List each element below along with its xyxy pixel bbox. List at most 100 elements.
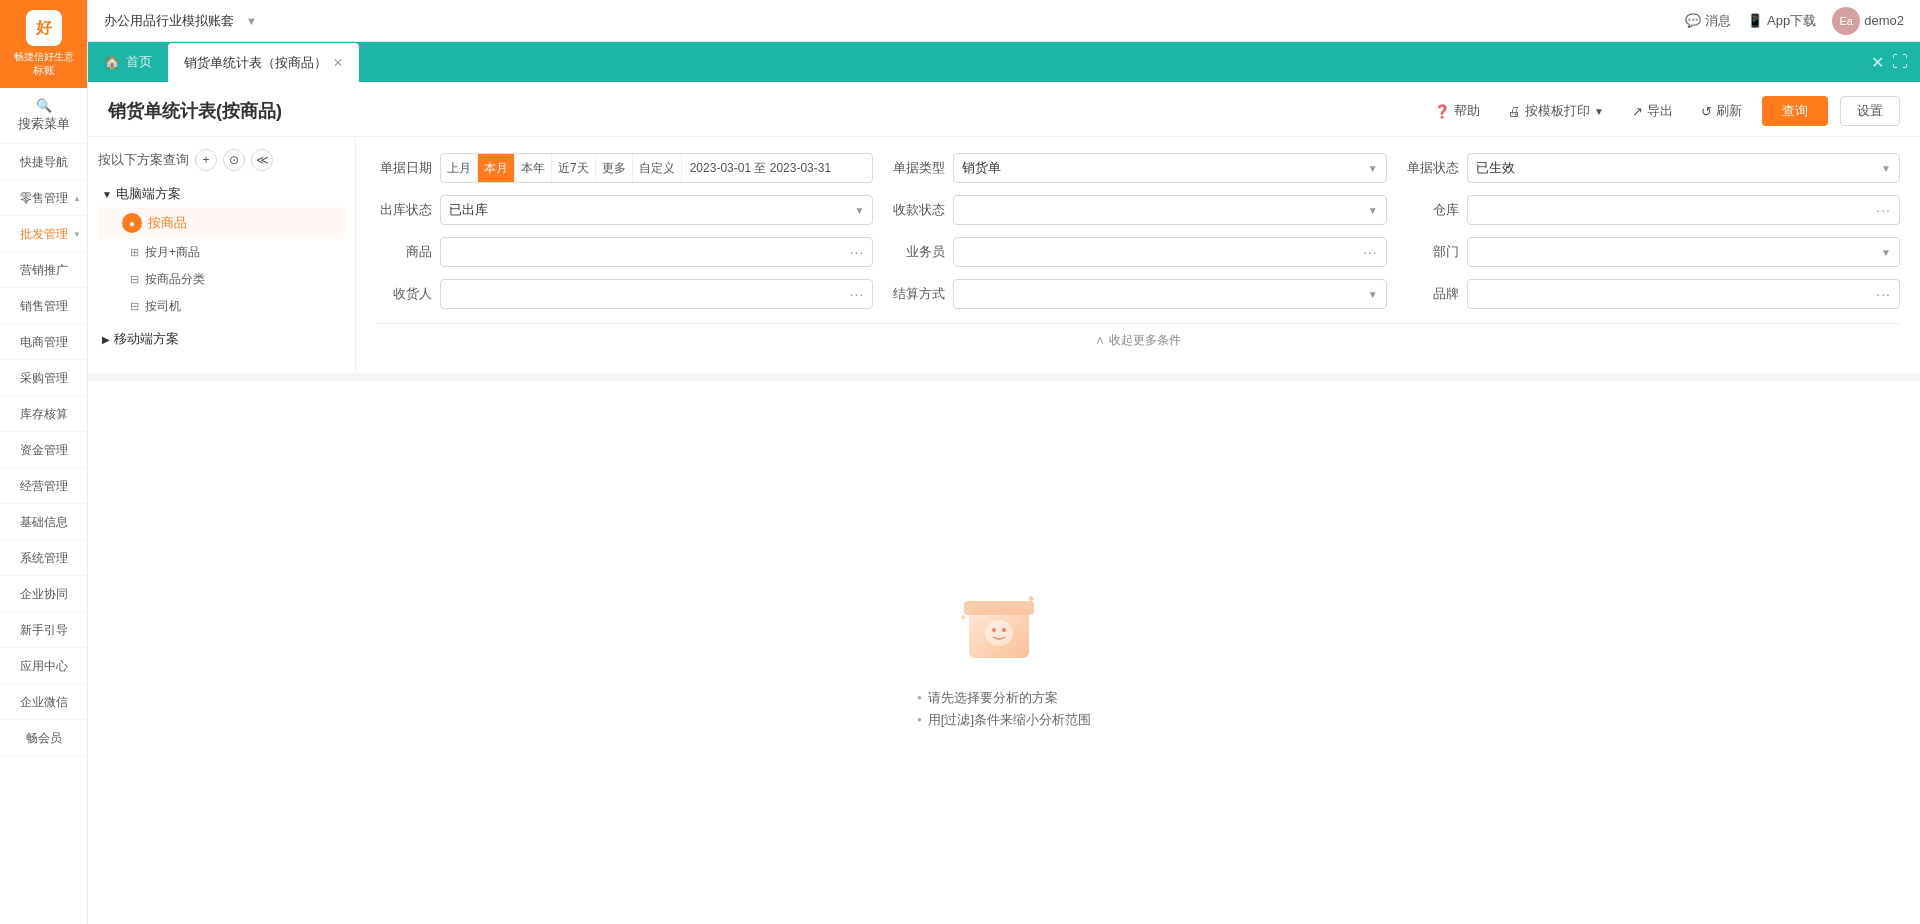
scheme-sub-icon-2: ⊟ xyxy=(130,273,139,286)
date-tab-more[interactable]: 更多 xyxy=(596,154,633,182)
nav-label-system: 系统管理 xyxy=(4,550,83,567)
scheme-item-by-category[interactable]: ⊟ 按商品分类 xyxy=(98,266,345,293)
scheme-item-by-clerk[interactable]: ⊟ 按司机 xyxy=(98,293,345,320)
sidebar-item-corpwechat[interactable]: 企业微信 xyxy=(0,684,87,720)
filter-product-control[interactable]: ··· xyxy=(440,237,873,267)
scheme-item-by-product[interactable]: ● 按商品 xyxy=(98,207,345,239)
filter-panel: 按以下方案查询 + ⊙ ≪ ▼ 电脑端方案 ● 按商品 xyxy=(88,137,1920,373)
sidebar-item-member[interactable]: 畅会员 xyxy=(0,720,87,756)
avatar: Ea xyxy=(1832,7,1860,35)
nav-label-enterprise: 企业协同 xyxy=(4,586,83,603)
message-btn[interactable]: 💬 消息 xyxy=(1685,12,1731,30)
filter-date-label: 单据日期 xyxy=(376,159,432,177)
sidebar-item-wholesale[interactable]: 批发管理 xyxy=(0,216,87,252)
add-scheme-btn[interactable]: + xyxy=(195,149,217,171)
filter-doctype-control[interactable]: 销货单 ▼ xyxy=(953,153,1386,183)
date-tab-custom[interactable]: 自定义 xyxy=(633,154,682,182)
filter-receiptstatus-label: 收款状态 xyxy=(889,201,945,219)
date-tab-lastmonth[interactable]: 上月 xyxy=(441,154,478,182)
message-icon: 💬 xyxy=(1685,13,1701,28)
sidebar-item-system[interactable]: 系统管理 xyxy=(0,540,87,576)
nav-label-wholesale: 批发管理 xyxy=(4,226,83,243)
sidebar-item-sales[interactable]: 销售管理 xyxy=(0,288,87,324)
edit-scheme-btn[interactable]: ⊙ xyxy=(223,149,245,171)
user-avatar-btn[interactable]: Ea demo2 xyxy=(1832,7,1904,35)
sidebar-item-ecom[interactable]: 电商管理 xyxy=(0,324,87,360)
filter-receiptstatus-control[interactable]: ▼ xyxy=(953,195,1386,225)
sidebar-item-search[interactable]: 🔍 搜索菜单 xyxy=(0,88,87,144)
date-tab-thisyear[interactable]: 本年 xyxy=(515,154,552,182)
collapse-scheme-btn[interactable]: ≪ xyxy=(251,149,273,171)
svg-point-4 xyxy=(1002,628,1006,632)
scheme-item-by-month-product-label: 按月+商品 xyxy=(145,244,200,261)
collapse-filter-label: ∧ 收起更多条件 xyxy=(1095,332,1180,349)
empty-tip-1: 请先选择要分析的方案 xyxy=(917,689,1091,707)
sidebar-item-basic[interactable]: 基础信息 xyxy=(0,504,87,540)
nav-label-sales: 销售管理 xyxy=(4,298,83,315)
empty-state: ✦ ✦ 请先选择要分析的方案 用[过滤]条件来缩小分析范围 xyxy=(88,381,1920,924)
scheme-item-by-category-label: 按商品分类 xyxy=(145,271,205,288)
filter-payment-label: 结算方式 xyxy=(889,285,945,303)
topbar-left: 办公用品行业模拟账套 ▼ xyxy=(104,12,257,30)
tab-sales-stats[interactable]: 销货单统计表（按商品） ✕ xyxy=(168,43,359,83)
tab-close-icon[interactable]: ✕ xyxy=(333,56,343,70)
filter-warehouse-control[interactable]: ··· xyxy=(1467,195,1900,225)
sidebar-item-operation[interactable]: 经营管理 xyxy=(0,468,87,504)
filter-payment-control[interactable]: ▼ xyxy=(953,279,1386,309)
filter-date-control[interactable]: 上月 本月 本年 近7天 xyxy=(440,153,873,183)
export-btn[interactable]: ↗ 导出 xyxy=(1624,98,1681,124)
receiptstatus-arrow-icon: ▼ xyxy=(1368,205,1378,216)
scheme-group-mobile: ▶ 移动端方案 xyxy=(98,326,345,352)
nav-label-basic: 基础信息 xyxy=(4,514,83,531)
sidebar-logo[interactable]: 好 畅捷信好生意 标账 xyxy=(0,0,87,88)
date-tab-last7[interactable]: 近7天 xyxy=(552,154,596,182)
scheme-group-pc-header[interactable]: ▼ 电脑端方案 xyxy=(98,181,345,207)
filter-receiver-control[interactable]: ··· xyxy=(440,279,873,309)
department-arrow-icon: ▼ xyxy=(1881,247,1891,258)
settings-button[interactable]: 设置 xyxy=(1840,96,1900,126)
sidebar-item-finance[interactable]: 资金管理 xyxy=(0,432,87,468)
filter-date-value: 2023-03-01 至 2023-03-31 xyxy=(682,160,873,177)
sidebar-item-guide[interactable]: 新手引导 xyxy=(0,612,87,648)
print-icon: 🖨 xyxy=(1508,104,1521,119)
query-button[interactable]: 查询 xyxy=(1762,96,1828,126)
tab-close-all-icon[interactable]: ✕ xyxy=(1871,53,1884,72)
sidebar-item-purchase[interactable]: 采购管理 xyxy=(0,360,87,396)
scheme-group-pc-label: 电脑端方案 xyxy=(116,185,181,203)
tab-expand-icon[interactable]: ⛶ xyxy=(1892,53,1908,71)
refresh-btn[interactable]: ↺ 刷新 xyxy=(1693,98,1750,124)
nav-label-member: 畅会员 xyxy=(4,730,83,747)
refresh-label: 刷新 xyxy=(1716,102,1742,120)
sidebar-item-retail[interactable]: 零售管理 xyxy=(0,180,87,216)
sidebar-item-inventory[interactable]: 库存核算 xyxy=(0,396,87,432)
sidebar-item-quick[interactable]: 快捷导航 xyxy=(0,144,87,180)
sidebar-item-marketing[interactable]: 营销推广 xyxy=(0,252,87,288)
empty-tip-2: 用[过滤]条件来缩小分析范围 xyxy=(917,711,1091,729)
filter-row-department: 部门 ▼ xyxy=(1403,237,1900,267)
tab-home[interactable]: 🏠 首页 xyxy=(88,42,168,82)
scheme-item-by-month-product[interactable]: ⊞ 按月+商品 xyxy=(98,239,345,266)
sidebar-item-appcenter[interactable]: 应用中心 xyxy=(0,648,87,684)
filter-brand-control[interactable]: ··· xyxy=(1467,279,1900,309)
scheme-sub-icon-3: ⊟ xyxy=(130,300,139,313)
filter-docstatus-label: 单据状态 xyxy=(1403,159,1459,177)
filter-department-control[interactable]: ▼ xyxy=(1467,237,1900,267)
scheme-group-mobile-header[interactable]: ▶ 移动端方案 xyxy=(98,326,345,352)
topbar-dropdown-label[interactable]: 办公用品行业模拟账套 xyxy=(104,12,234,30)
template-print-btn[interactable]: 🖨 按模板打印 ▼ xyxy=(1500,98,1612,124)
chevron-down-icon[interactable]: ▼ xyxy=(246,15,257,27)
scheme-group-mobile-label: 移动端方案 xyxy=(114,330,179,348)
filter-docstatus-control[interactable]: 已生效 ▼ xyxy=(1467,153,1900,183)
collapse-filter-btn[interactable]: ∧ 收起更多条件 xyxy=(376,323,1900,357)
chevron-down-icon: ▼ xyxy=(1594,106,1604,117)
sidebar-item-enterprise[interactable]: 企业协同 xyxy=(0,576,87,612)
chevron-right-icon-mobile: ▶ xyxy=(102,334,110,345)
filter-salesperson-control[interactable]: ··· xyxy=(953,237,1386,267)
filter-outstatus-control[interactable]: 已出库 ▼ xyxy=(440,195,873,225)
empty-illustration: ✦ ✦ xyxy=(954,573,1054,673)
app-download-btn[interactable]: 📱 App下载 xyxy=(1747,12,1816,30)
help-btn[interactable]: ❓ 帮助 xyxy=(1426,98,1488,124)
sidebar-logo-sub: 标账 xyxy=(33,63,55,78)
date-tab-thismonth[interactable]: 本月 xyxy=(478,154,515,182)
filter-scheme-title: 按以下方案查询 xyxy=(98,151,189,169)
